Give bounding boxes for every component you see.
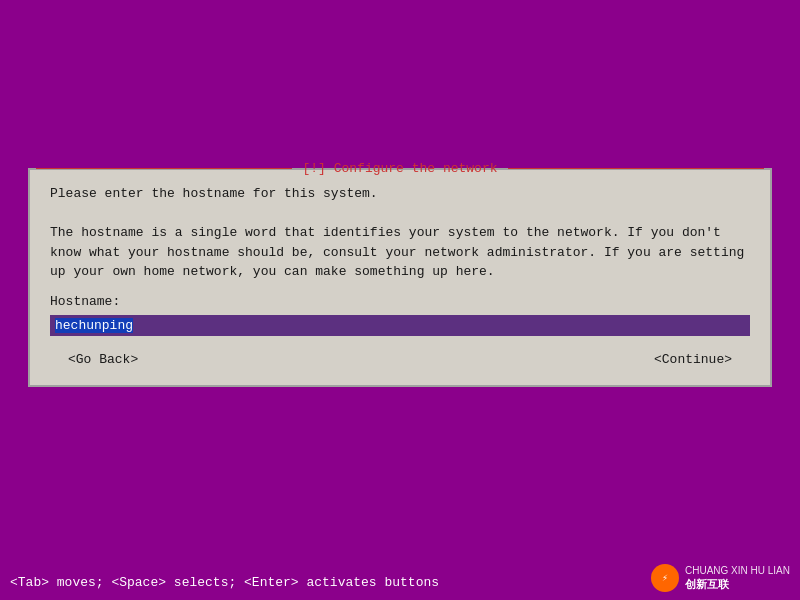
continue-button[interactable]: <Continue> <box>646 350 740 369</box>
title-line-left <box>36 168 292 169</box>
dialog-body: Please enter the hostname for this syste… <box>30 174 770 385</box>
status-bar: <Tab> moves; <Space> selects; <Enter> ac… <box>10 575 439 590</box>
watermark-text: CHUANG XIN HU LIAN 创新互联 <box>685 564 790 591</box>
dialog-title-bar: [!] Configure the network <box>30 159 770 177</box>
watermark-line1: CHUANG XIN HU LIAN <box>685 564 790 577</box>
buttons-row: <Go Back> <Continue> <box>50 350 750 369</box>
hostname-input-container[interactable] <box>50 315 750 336</box>
dialog-box: [!] Configure the network Please enter t… <box>28 168 772 387</box>
dialog-title: [!] Configure the network <box>298 161 501 176</box>
hostname-input[interactable] <box>55 318 745 333</box>
desc-line4: up your own home network, you can make s… <box>50 262 750 282</box>
watermark: ⚡ CHUANG XIN HU LIAN 创新互联 <box>651 564 790 592</box>
go-back-button[interactable]: <Go Back> <box>60 350 146 369</box>
watermark-logo-text: ⚡ <box>662 572 668 584</box>
hostname-label: Hostname: <box>50 294 750 309</box>
watermark-line2: 创新互联 <box>685 577 790 591</box>
desc-line3: know what your hostname should be, consu… <box>50 243 750 263</box>
desc-line2: The hostname is a single word that ident… <box>50 223 750 243</box>
desc-line1: Please enter the hostname for this syste… <box>50 184 750 204</box>
title-line-right <box>508 168 764 169</box>
background: [!] Configure the network Please enter t… <box>0 0 800 600</box>
description: Please enter the hostname for this syste… <box>50 184 750 282</box>
watermark-logo: ⚡ <box>651 564 679 592</box>
